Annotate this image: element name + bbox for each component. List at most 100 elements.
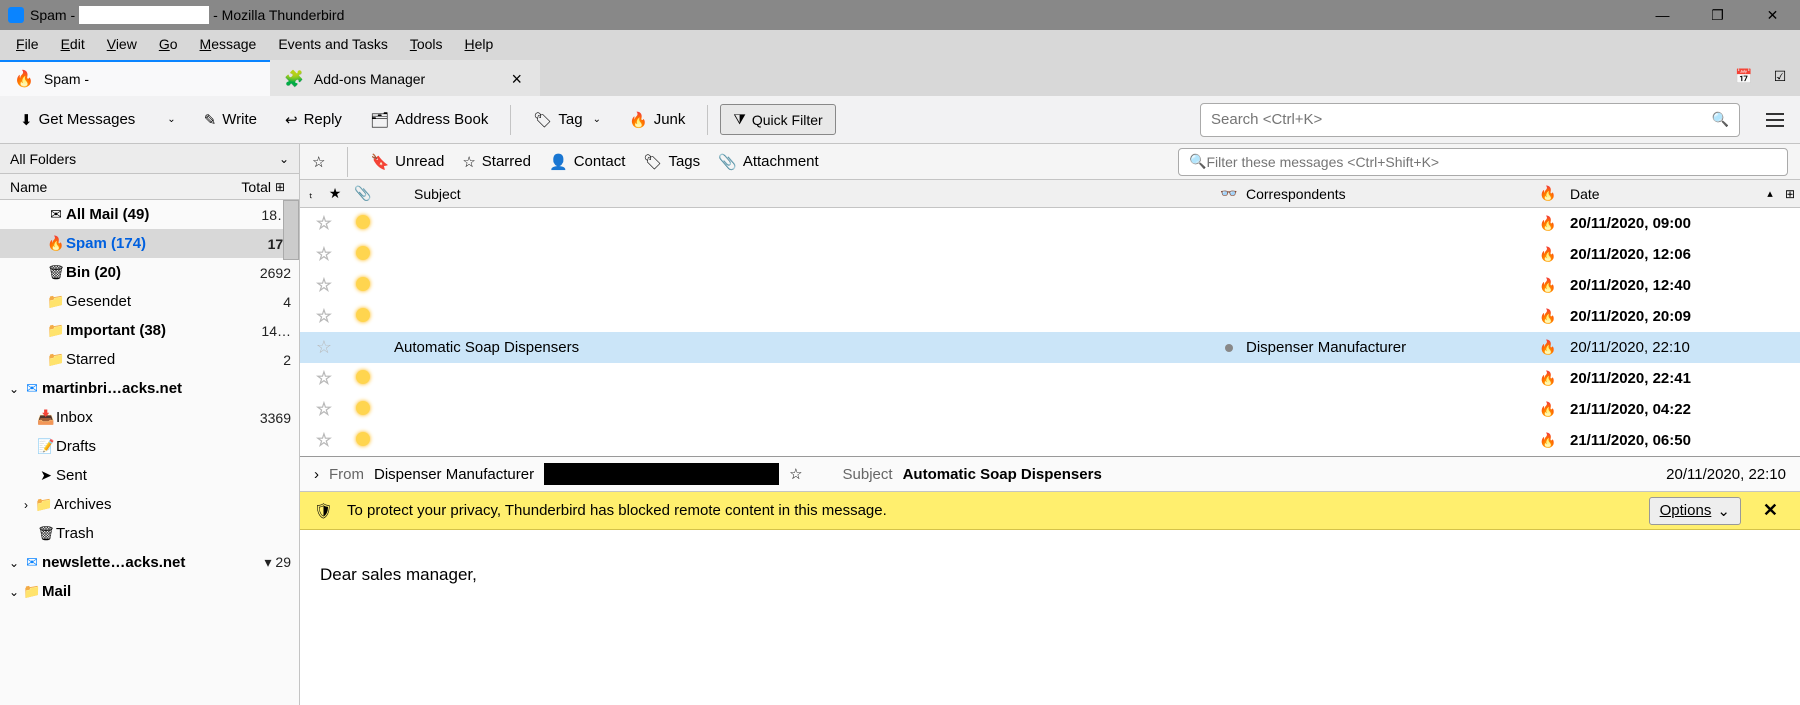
folder-row[interactable]: ⌄✉newslette…acks.net▾ 29 bbox=[0, 548, 299, 577]
junk-cell[interactable] bbox=[348, 277, 378, 295]
junk-status-cell[interactable]: 🔥 bbox=[1536, 246, 1560, 263]
star-button[interactable]: ☆ bbox=[300, 368, 348, 389]
folder-row[interactable]: ⌄📁Mail bbox=[0, 577, 299, 606]
scrollbar-thumb[interactable] bbox=[283, 200, 299, 260]
folder-row[interactable]: ➤Sent bbox=[0, 461, 299, 490]
junk-status-cell[interactable]: 🔥 bbox=[1536, 339, 1560, 356]
junk-cell[interactable] bbox=[348, 370, 378, 388]
folder-row[interactable]: ✉All Mail (49)18… bbox=[0, 200, 299, 229]
folder-mode-selector[interactable]: All Folders ⌄ bbox=[0, 144, 299, 174]
star-button[interactable]: ☆ bbox=[300, 337, 348, 358]
folder-tree[interactable]: ✉All Mail (49)18…🔥Spam (174)179🗑Bin (20)… bbox=[0, 200, 299, 705]
col-read[interactable]: 👓 bbox=[1212, 185, 1246, 202]
column-picker-icon[interactable]: ⊞ bbox=[1780, 187, 1800, 201]
star-contact-button[interactable]: ☆ bbox=[789, 465, 802, 483]
junk-cell[interactable] bbox=[348, 401, 378, 419]
message-row[interactable]: ☆🔥21/11/2020, 06:50 bbox=[300, 425, 1800, 456]
write-button[interactable]: ✎ Write bbox=[194, 105, 267, 135]
star-button[interactable]: ☆ bbox=[300, 399, 348, 420]
menu-edit[interactable]: Edit bbox=[51, 33, 95, 55]
folder-row[interactable]: 📝Drafts bbox=[0, 432, 299, 461]
get-messages-button[interactable]: ⬇ Get Messages bbox=[10, 105, 145, 135]
folder-row[interactable]: 🗑Bin (20)2692 bbox=[0, 258, 299, 287]
tag-button[interactable]: 🏷 Tag ⌄ bbox=[523, 105, 611, 135]
filter-tags[interactable]: 🏷Tags bbox=[643, 153, 700, 171]
get-messages-dropdown[interactable]: ⌄ bbox=[153, 108, 185, 131]
folder-row[interactable]: 📁Important (38)14… bbox=[0, 316, 299, 345]
quick-filter-button[interactable]: ⧩ Quick Filter bbox=[720, 104, 835, 135]
filter-starred[interactable]: ☆Starred bbox=[462, 153, 531, 171]
folder-row[interactable]: 📥Inbox3369 bbox=[0, 403, 299, 432]
reply-button[interactable]: ↩ Reply bbox=[275, 105, 352, 135]
menu-message[interactable]: Message bbox=[190, 33, 267, 55]
filter-unread[interactable]: 🔖Unread bbox=[370, 153, 444, 171]
junk-status-cell[interactable]: 🔥 bbox=[1536, 277, 1560, 294]
close-tab-button[interactable]: × bbox=[507, 65, 526, 94]
tab-spam-folder[interactable]: 🔥 Spam - bbox=[0, 60, 270, 96]
junk-status-cell[interactable]: 🔥 bbox=[1536, 432, 1560, 449]
message-row[interactable]: ☆🔥21/11/2020, 04:22 bbox=[300, 394, 1800, 425]
filter-search[interactable]: 🔍 bbox=[1178, 148, 1788, 176]
col-name[interactable]: Name bbox=[10, 179, 216, 195]
dismiss-warning-button[interactable]: ✕ bbox=[1755, 496, 1786, 525]
star-button[interactable]: ☆ bbox=[300, 430, 348, 451]
star-button[interactable]: ☆ bbox=[300, 275, 348, 296]
folder-row[interactable]: 📁Starred2 bbox=[0, 345, 299, 374]
junk-cell[interactable] bbox=[348, 215, 378, 233]
col-correspondents[interactable]: Correspondents bbox=[1246, 186, 1536, 202]
column-picker-icon[interactable]: ⊞ bbox=[271, 180, 289, 194]
twisty-icon[interactable]: ⌄ bbox=[6, 556, 22, 570]
address-book-button[interactable]: 🗂 Address Book bbox=[360, 105, 498, 135]
junk-status-cell[interactable]: 🔥 bbox=[1536, 401, 1560, 418]
message-row[interactable]: ☆🔥20/11/2020, 20:09 bbox=[300, 301, 1800, 332]
col-junk[interactable]: 🔥 bbox=[1536, 185, 1560, 202]
minimize-button[interactable]: — bbox=[1635, 0, 1690, 30]
col-star[interactable]: ★ bbox=[322, 185, 348, 202]
menu-help[interactable]: Help bbox=[455, 33, 504, 55]
junk-cell[interactable] bbox=[348, 246, 378, 264]
search-icon[interactable]: 🔍 bbox=[1712, 111, 1729, 128]
menu-tools[interactable]: Tools bbox=[400, 33, 453, 55]
folder-row[interactable]: 🔥Spam (174)179 bbox=[0, 229, 299, 258]
filter-attachment[interactable]: 📎Attachment bbox=[718, 153, 819, 171]
menu-view[interactable]: View bbox=[97, 33, 147, 55]
remote-content-options-button[interactable]: Options ⌄ bbox=[1649, 497, 1741, 525]
junk-status-cell[interactable]: 🔥 bbox=[1536, 215, 1560, 232]
folder-row[interactable]: 📁Gesendet4 bbox=[0, 287, 299, 316]
maximize-button[interactable]: ❐ bbox=[1690, 0, 1745, 30]
twisty-icon[interactable]: ⌄ bbox=[6, 585, 22, 599]
star-button[interactable]: ☆ bbox=[300, 244, 348, 265]
tab-addons-manager[interactable]: 🧩 Add-ons Manager × bbox=[270, 60, 540, 96]
col-subject[interactable]: Subject bbox=[406, 186, 1212, 202]
message-list[interactable]: ☆🔥20/11/2020, 09:00☆🔥20/11/2020, 12:06☆🔥… bbox=[300, 208, 1800, 456]
col-thread[interactable]: ₜ bbox=[300, 187, 322, 201]
twisty-icon[interactable]: ⌄ bbox=[6, 382, 22, 396]
col-attachment[interactable]: 📎 bbox=[348, 185, 378, 202]
junk-status-cell[interactable]: 🔥 bbox=[1536, 370, 1560, 387]
sort-indicator-icon[interactable]: ▴ bbox=[1760, 187, 1780, 200]
message-row[interactable]: ☆🔥20/11/2020, 22:41 bbox=[300, 363, 1800, 394]
menu-go[interactable]: Go bbox=[149, 33, 188, 55]
message-row[interactable]: ☆Automatic Soap DispensersDispenser Manu… bbox=[300, 332, 1800, 363]
col-total[interactable]: Total bbox=[216, 179, 271, 195]
message-row[interactable]: ☆🔥20/11/2020, 12:06 bbox=[300, 239, 1800, 270]
app-menu-button[interactable] bbox=[1760, 105, 1790, 135]
folder-row[interactable]: ⌄✉martinbri…acks.net bbox=[0, 374, 299, 403]
message-body[interactable]: Dear sales manager, bbox=[300, 530, 1800, 705]
from-value[interactable]: Dispenser Manufacturer bbox=[374, 466, 534, 483]
star-button[interactable]: ☆ bbox=[300, 306, 348, 327]
filter-input[interactable] bbox=[1206, 154, 1777, 170]
junk-cell[interactable] bbox=[348, 308, 378, 326]
menu-events-tasks[interactable]: Events and Tasks bbox=[268, 33, 397, 55]
junk-status-cell[interactable]: 🔥 bbox=[1536, 308, 1560, 325]
search-input[interactable] bbox=[1211, 111, 1712, 128]
menu-file[interactable]: File bbox=[6, 33, 49, 55]
junk-button[interactable]: 🔥 Junk bbox=[619, 105, 695, 135]
junk-cell[interactable] bbox=[348, 432, 378, 450]
folder-row[interactable]: ›📁Archives bbox=[0, 490, 299, 519]
close-window-button[interactable]: ✕ bbox=[1745, 0, 1800, 30]
star-button[interactable]: ☆ bbox=[300, 213, 348, 234]
tasks-button[interactable]: ☑ bbox=[1768, 64, 1792, 88]
message-row[interactable]: ☆🔥20/11/2020, 12:40 bbox=[300, 270, 1800, 301]
sticky-filter-button[interactable]: ☆ bbox=[312, 153, 325, 171]
